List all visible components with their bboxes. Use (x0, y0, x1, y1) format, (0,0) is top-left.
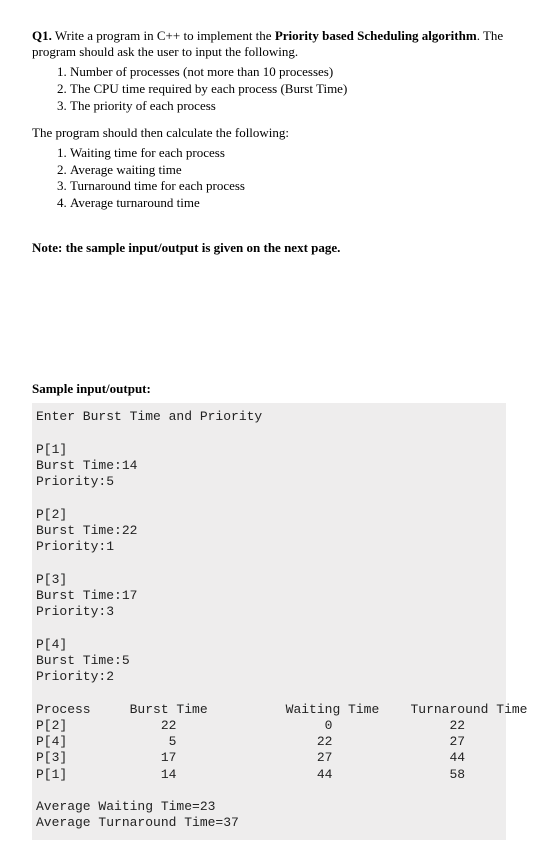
console-table-header: Process Burst Time Waiting Time Turnarou… (36, 702, 527, 717)
console-table-row: P[1] 14 44 58 (36, 767, 465, 782)
list-item: The priority of each process (70, 98, 506, 115)
list-item: Number of processes (not more than 10 pr… (70, 64, 506, 81)
note-text: Note: the sample input/output is given o… (32, 240, 506, 256)
console-output: Enter Burst Time and Priority P[1] Burst… (32, 403, 506, 840)
console-line: P[4] Burst Time:5 Priority:2 (36, 637, 130, 685)
question-intro: Write a program in C++ to implement the (52, 28, 275, 43)
console-table-row: P[4] 5 22 27 (36, 734, 465, 749)
list-item: The CPU time required by each process (B… (70, 81, 506, 98)
sample-io-header: Sample input/output: (32, 381, 506, 397)
console-line: P[3] Burst Time:17 Priority:3 (36, 572, 137, 620)
list-item: Average waiting time (70, 162, 506, 179)
question-algorithm: Priority based Scheduling algorithm (275, 28, 477, 43)
list-item: Waiting time for each process (70, 145, 506, 162)
console-line: P[1] Burst Time:14 Priority:5 (36, 442, 137, 490)
question-label: Q1. (32, 28, 52, 43)
console-avg-turn: Average Turnaround Time=37 (36, 815, 239, 830)
input-requirements-list: Number of processes (not more than 10 pr… (32, 64, 506, 115)
console-line: Enter Burst Time and Priority (36, 409, 262, 424)
calc-intro: The program should then calculate the fo… (32, 125, 506, 141)
console-table-row: P[3] 17 27 44 (36, 750, 465, 765)
list-item: Turnaround time for each process (70, 178, 506, 195)
console-avg-wait: Average Waiting Time=23 (36, 799, 215, 814)
list-item: Average turnaround time (70, 195, 506, 212)
console-table-row: P[2] 22 0 22 (36, 718, 465, 733)
console-line: P[2] Burst Time:22 Priority:1 (36, 507, 137, 555)
question-prompt: Q1. Write a program in C++ to implement … (32, 28, 506, 60)
calculation-list: Waiting time for each process Average wa… (32, 145, 506, 213)
